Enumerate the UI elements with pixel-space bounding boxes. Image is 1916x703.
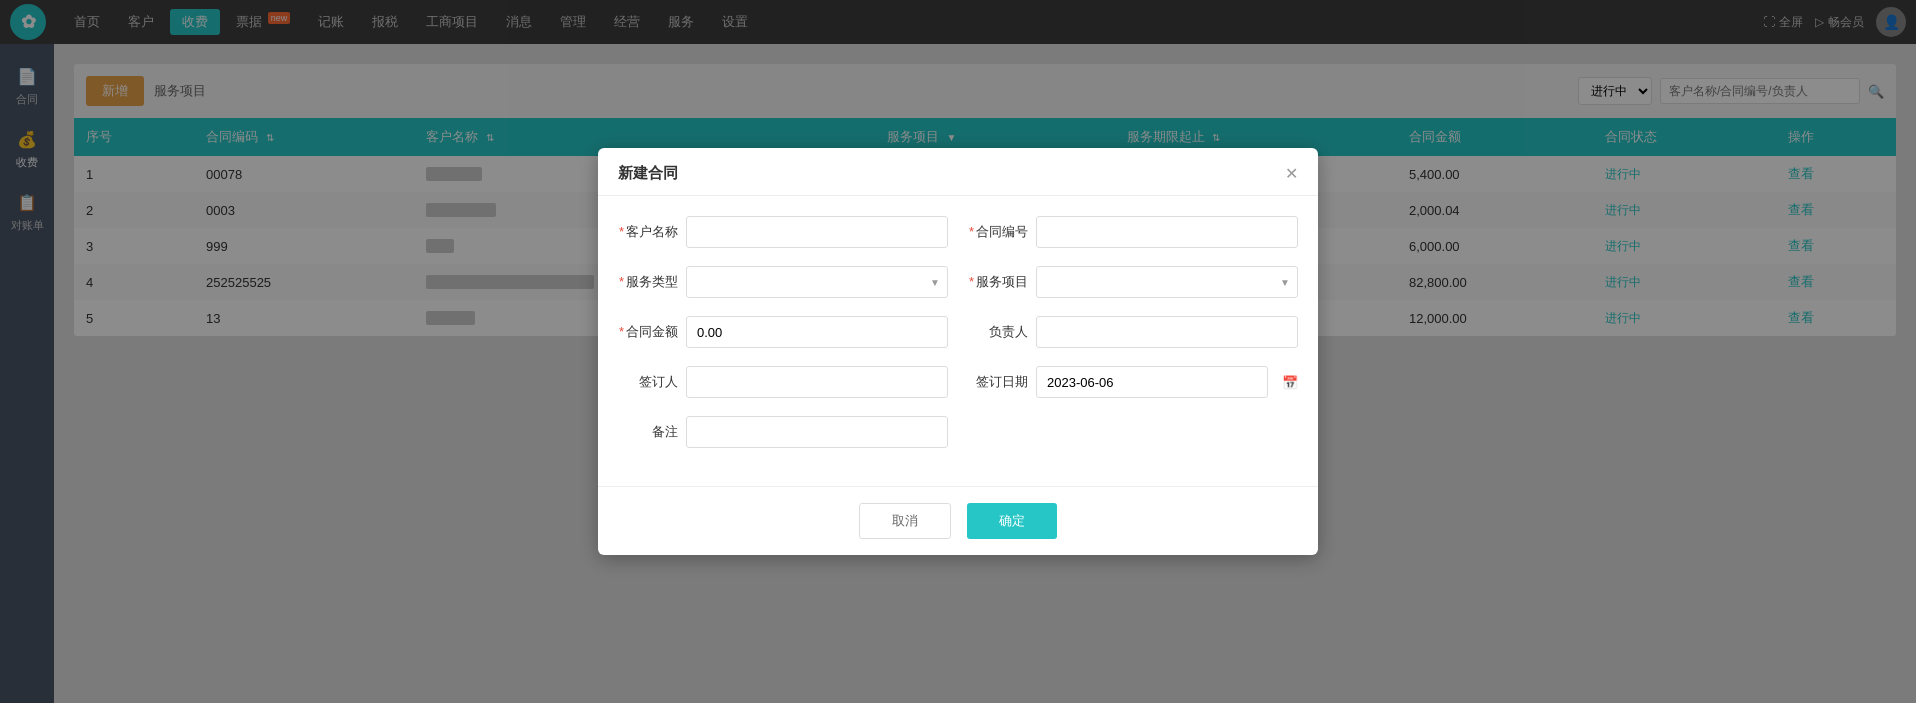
form-row-1: *客户名称 *合同编号 [618, 216, 1298, 248]
service-item-select[interactable] [1036, 266, 1298, 298]
client-name-label: *客户名称 [618, 223, 678, 241]
form-row-2: *服务类型 ▼ *服务项目 ▼ [618, 266, 1298, 298]
form-row-4: 签订人 签订日期 📅 [618, 366, 1298, 398]
sign-date-label: 签订日期 [968, 373, 1028, 391]
form-group-service-type: *服务类型 ▼ [618, 266, 948, 298]
responsible-input[interactable] [1036, 316, 1298, 348]
service-item-select-wrapper: ▼ [1036, 266, 1298, 298]
form-row-5: 备注 [618, 416, 1298, 448]
form-group-remark: 备注 [618, 416, 948, 448]
modal-body: *客户名称 *合同编号 *服务类型 [598, 196, 1318, 486]
service-type-select[interactable] [686, 266, 948, 298]
signer-input[interactable] [686, 366, 948, 398]
contract-no-input[interactable] [1036, 216, 1298, 248]
modal-footer: 取消 确定 [598, 486, 1318, 555]
amount-label: *合同金额 [618, 323, 678, 341]
service-type-select-wrapper: ▼ [686, 266, 948, 298]
sign-date-input[interactable] [1036, 366, 1268, 398]
form-group-contract-no: *合同编号 [968, 216, 1298, 248]
responsible-label: 负责人 [968, 323, 1028, 341]
form-group-responsible: 负责人 [968, 316, 1298, 348]
contract-no-label: *合同编号 [968, 223, 1028, 241]
remark-label: 备注 [618, 423, 678, 441]
confirm-button[interactable]: 确定 [967, 503, 1057, 539]
form-group-amount: *合同金额 [618, 316, 948, 348]
modal-close-button[interactable]: ✕ [1285, 166, 1298, 182]
form-row-3: *合同金额 负责人 [618, 316, 1298, 348]
signer-label: 签订人 [618, 373, 678, 391]
form-group-client: *客户名称 [618, 216, 948, 248]
modal-header: 新建合同 ✕ [598, 148, 1318, 196]
modal-title: 新建合同 [618, 164, 678, 183]
form-group-signer: 签订人 [618, 366, 948, 398]
form-group-spacer [968, 416, 1298, 448]
service-item-label: *服务项目 [968, 273, 1028, 291]
service-type-label: *服务类型 [618, 273, 678, 291]
modal-overlay[interactable]: 新建合同 ✕ *客户名称 *合同编号 [0, 0, 1916, 703]
client-name-input[interactable] [686, 216, 948, 248]
remark-input[interactable] [686, 416, 948, 448]
form-group-sign-date: 签订日期 📅 [968, 366, 1298, 398]
form-group-service-item: *服务项目 ▼ [968, 266, 1298, 298]
calendar-icon[interactable]: 📅 [1282, 375, 1298, 390]
new-contract-modal: 新建合同 ✕ *客户名称 *合同编号 [598, 148, 1318, 555]
amount-input[interactable] [686, 316, 948, 348]
cancel-button[interactable]: 取消 [859, 503, 951, 539]
